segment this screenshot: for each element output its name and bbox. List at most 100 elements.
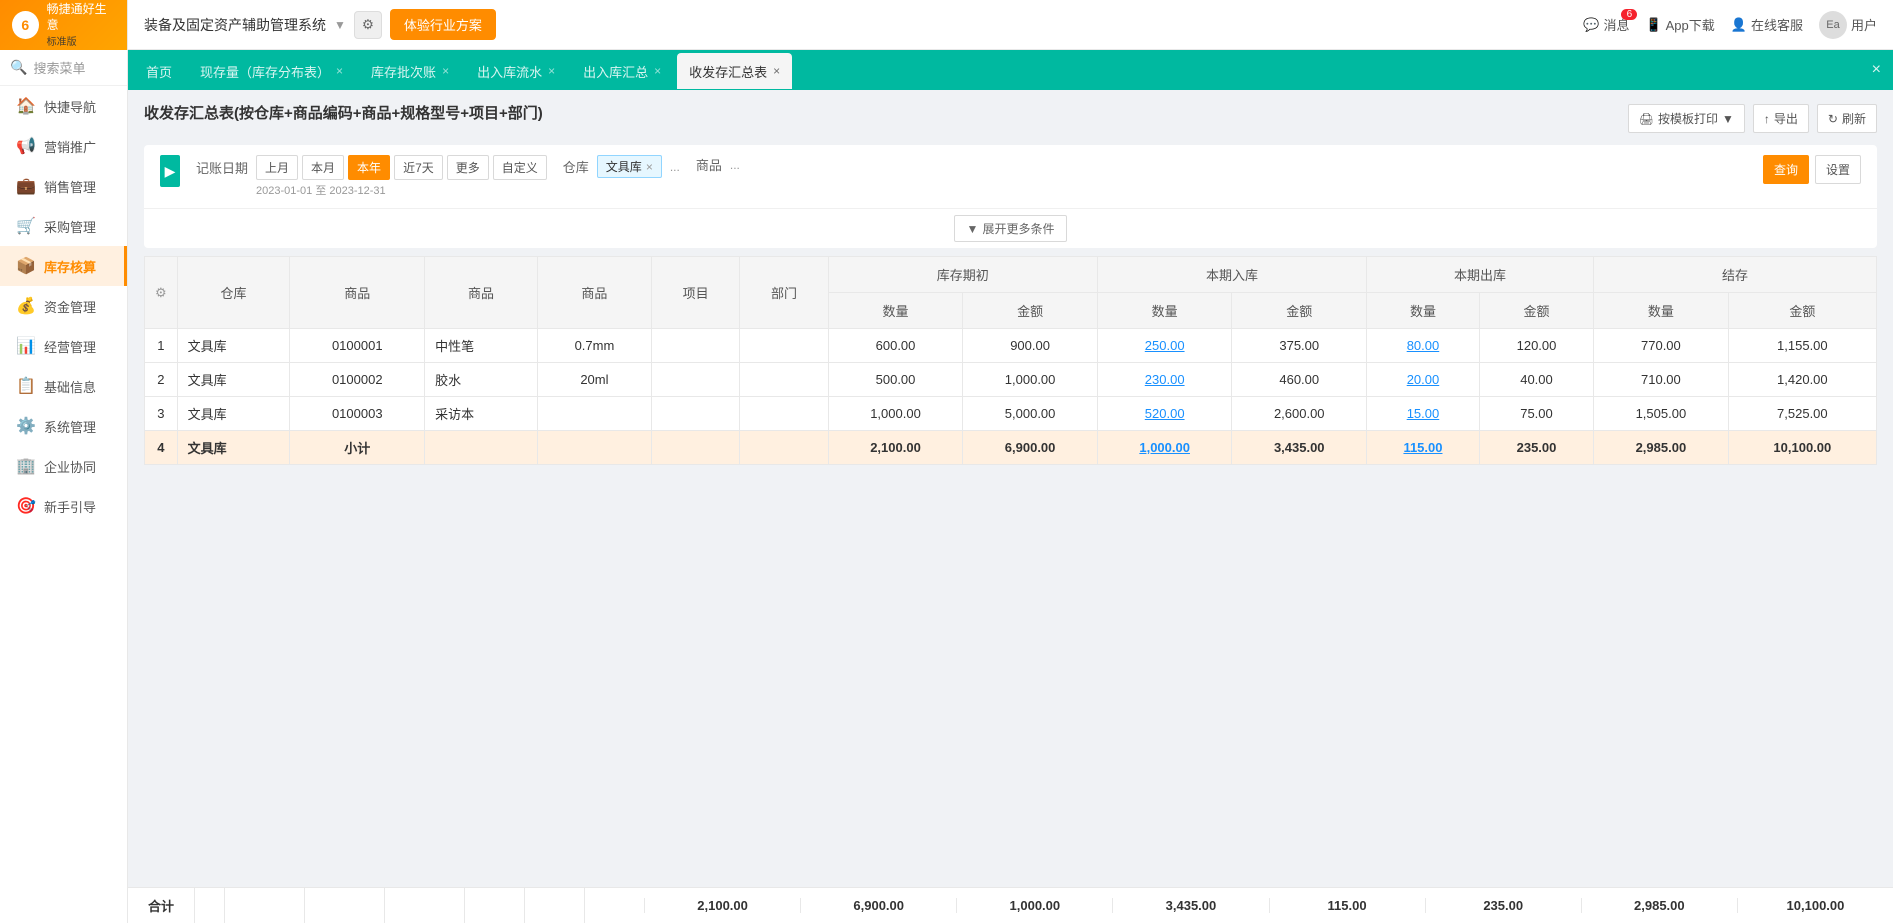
subtotal-opening-amt: 6,900.00: [963, 431, 1098, 465]
tab-inout-flow-close[interactable]: ×: [548, 64, 555, 78]
top-header: 装备及固定资产辅助管理系统 ▼ ⚙ 体验行业方案 💬 消息 6 📱 App下载 …: [128, 0, 1893, 50]
online-service-action[interactable]: 👤 在线客服: [1731, 15, 1803, 34]
col-closing-qty-header: 数量: [1594, 293, 1729, 329]
sidebar-item-purchase-label: 采购管理: [44, 217, 96, 236]
sidebar-item-sales-label: 销售管理: [44, 177, 96, 196]
purchase-icon: 🛒: [16, 216, 36, 236]
sidebar-item-operations[interactable]: 📊 经营管理: [0, 326, 127, 366]
date-btn-7days[interactable]: 近7天: [394, 155, 443, 180]
sidebar-item-purchase[interactable]: 🛒 采购管理: [0, 206, 127, 246]
goods-filter-group: 商品 ...: [696, 155, 740, 174]
row1-out-amt: 120.00: [1479, 329, 1593, 363]
subtotal-warehouse: 文具库: [177, 431, 290, 465]
tab-recv-send-summary-close[interactable]: ×: [773, 64, 780, 78]
refresh-button[interactable]: ↻ 刷新: [1817, 104, 1877, 133]
expand-more-button[interactable]: ▼ 展开更多条件: [954, 215, 1068, 242]
tab-inout-flow[interactable]: 出入库流水 ×: [465, 53, 567, 89]
date-btn-custom[interactable]: 自定义: [493, 155, 547, 180]
col-opening-qty-header: 数量: [828, 293, 963, 329]
sidebar-item-sales[interactable]: 💼 销售管理: [0, 166, 127, 206]
date-btn-more[interactable]: 更多: [447, 155, 489, 180]
date-filter-label: 记账日期: [196, 158, 248, 177]
row2-out-qty[interactable]: 20.00: [1367, 363, 1480, 397]
system-dropdown-icon[interactable]: ▼: [334, 18, 346, 32]
tab-home-label: 首页: [146, 62, 172, 81]
sidebar-item-marketing[interactable]: 📢 营销推广: [0, 126, 127, 166]
subtotal-in-qty[interactable]: 1,000.00: [1097, 431, 1232, 465]
tab-stock-dist[interactable]: 现存量（库存分布表） ×: [188, 53, 355, 89]
row2-in-qty[interactable]: 230.00: [1097, 363, 1232, 397]
search-menu-item[interactable]: 🔍 搜索菜单: [0, 50, 127, 86]
tab-batch[interactable]: 库存批次账 ×: [359, 53, 461, 89]
subtotal-label: 小计: [290, 431, 425, 465]
row3-in-amt: 2,600.00: [1232, 397, 1367, 431]
tab-stock-dist-close[interactable]: ×: [336, 64, 343, 78]
row2-no: 2: [145, 363, 178, 397]
online-service-label: 在线客服: [1751, 15, 1803, 34]
table-settings-icon[interactable]: ⚙: [155, 285, 167, 300]
filter-toggle-button[interactable]: ▶: [160, 155, 180, 187]
row3-out-qty[interactable]: 15.00: [1367, 397, 1480, 431]
messages-action[interactable]: 💬 消息 6: [1583, 15, 1629, 34]
row1-project: [652, 329, 740, 363]
row3-out-amt: 75.00: [1479, 397, 1593, 431]
subtotal-out-qty[interactable]: 115.00: [1367, 431, 1480, 465]
page-title: 收发存汇总表(按仓库+商品编码+商品+规格型号+项目+部门): [144, 102, 543, 123]
tab-batch-close[interactable]: ×: [442, 64, 449, 78]
sidebar-item-finance[interactable]: 💰 资金管理: [0, 286, 127, 326]
message-icon: 💬: [1583, 17, 1599, 33]
date-btn-prev-month[interactable]: 上月: [256, 155, 298, 180]
sidebar-item-inventory[interactable]: 📦 库存核算: [0, 246, 127, 286]
row1-out-qty[interactable]: 80.00: [1367, 329, 1480, 363]
warehouse-tag-close[interactable]: ×: [646, 160, 653, 174]
table-row: 3 文具库 0100003 采访本 1,000.00 5,000.00 520.…: [145, 397, 1877, 431]
subtotal-out-amt: 235.00: [1479, 431, 1593, 465]
print-label: 按模板打印: [1658, 110, 1718, 127]
operations-icon: 📊: [16, 336, 36, 356]
row2-closing-amt: 1,420.00: [1728, 363, 1876, 397]
goods-more[interactable]: ...: [730, 158, 740, 172]
settings-filter-button[interactable]: 设置: [1815, 155, 1861, 184]
goods-filter-label: 商品: [696, 155, 722, 174]
row2-in-amt: 460.00: [1232, 363, 1367, 397]
tab-home[interactable]: 首页: [134, 53, 184, 89]
row1-closing-qty: 770.00: [1594, 329, 1729, 363]
sidebar-nav: 🏠 快捷导航 📢 营销推广 💼 销售管理 🛒 采购管理 📦 库存核算 💰 资金管…: [0, 86, 127, 923]
trial-button[interactable]: 体验行业方案: [390, 9, 496, 40]
search-menu-label: 搜索菜单: [33, 58, 85, 77]
col-period-in-header: 本期入库: [1097, 257, 1366, 293]
sidebar-item-quick-nav[interactable]: 🏠 快捷导航: [0, 86, 127, 126]
row3-in-qty[interactable]: 520.00: [1097, 397, 1232, 431]
expand-label: 展开更多条件: [982, 220, 1054, 237]
user-action[interactable]: Ea 用户: [1819, 11, 1877, 39]
print-button[interactable]: 🖨 按模板打印 ▼: [1628, 104, 1745, 133]
row1-goods-spec: 0.7mm: [537, 329, 651, 363]
warehouse-tag-value: 文具库: [606, 158, 642, 175]
date-filter-group: 记账日期 上月 本月 本年 近7天: [196, 155, 547, 198]
tab-inout-summary[interactable]: 出入库汇总 ×: [571, 53, 673, 89]
query-button[interactable]: 查询: [1763, 155, 1809, 184]
row1-in-qty[interactable]: 250.00: [1097, 329, 1232, 363]
sidebar-item-enterprise[interactable]: 🏢 企业协同: [0, 446, 127, 486]
logo-sub: 标准版: [47, 33, 115, 48]
col-department-header: 部门: [740, 257, 828, 329]
expand-icon: ▼: [967, 222, 979, 236]
tab-recv-send-summary[interactable]: 收发存汇总表 ×: [677, 53, 792, 89]
tab-inout-summary-close[interactable]: ×: [654, 64, 661, 78]
close-all-tabs-button[interactable]: ×: [1864, 61, 1889, 79]
sidebar-item-base-info[interactable]: 📋 基础信息: [0, 366, 127, 406]
action-buttons: 查询 设置: [1763, 155, 1861, 184]
date-btn-this-month[interactable]: 本月: [302, 155, 344, 180]
app-download-action[interactable]: 📱 App下载: [1645, 15, 1714, 34]
sidebar-item-guide[interactable]: 🎯 新手引导: [0, 486, 127, 526]
date-btn-this-year[interactable]: 本年: [348, 155, 390, 180]
col-goods-code-header: 商品: [290, 257, 425, 329]
row2-goods-name: 胶水: [425, 363, 538, 397]
row1-no: 1: [145, 329, 178, 363]
filter-top-row: ▶ 记账日期 上月 本月 本年: [144, 145, 1877, 208]
warehouse-more[interactable]: ...: [670, 160, 680, 174]
settings-button[interactable]: ⚙: [354, 11, 382, 39]
sidebar-item-system[interactable]: ⚙️ 系统管理: [0, 406, 127, 446]
tab-recv-send-summary-label: 收发存汇总表: [689, 62, 767, 81]
export-button[interactable]: ↑ 导出: [1753, 104, 1809, 133]
